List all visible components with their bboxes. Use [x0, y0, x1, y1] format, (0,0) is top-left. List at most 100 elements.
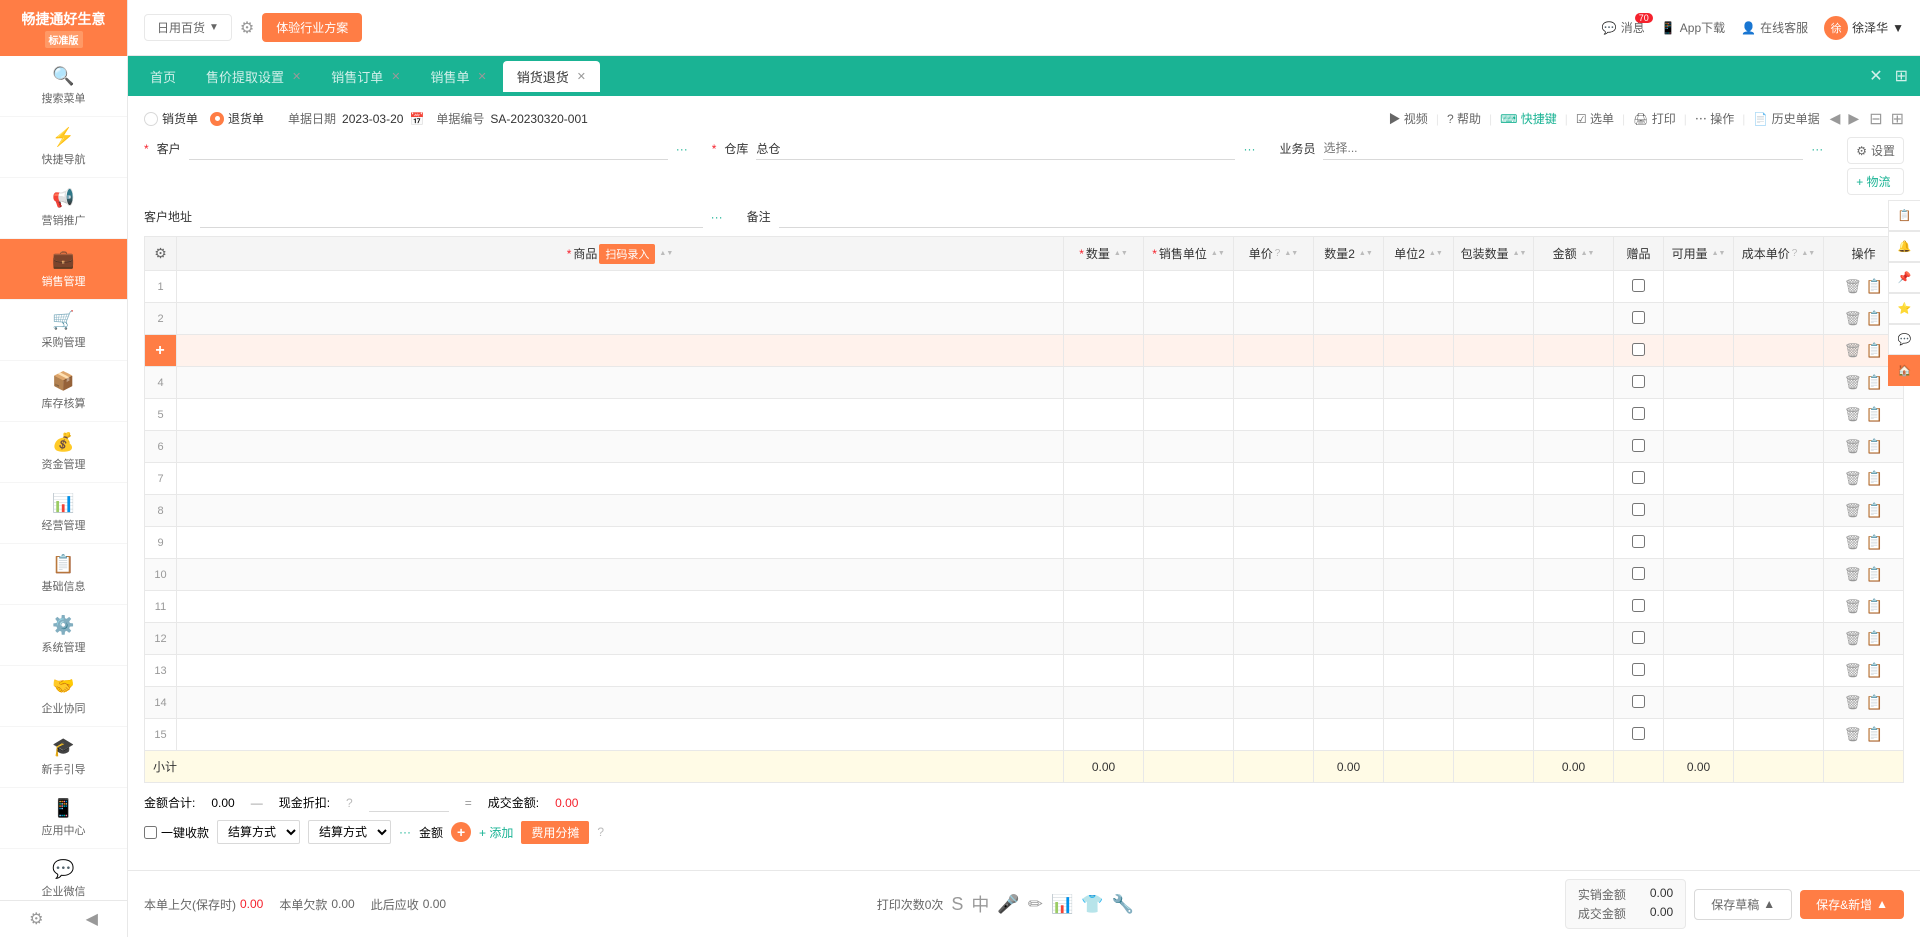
product-cell-2[interactable]	[177, 303, 1064, 335]
payment-method-select[interactable]: 结算方式	[217, 820, 300, 844]
product-cell-7[interactable]	[177, 463, 1064, 495]
unit2-cell-7[interactable]	[1384, 463, 1454, 495]
gift-cell-5[interactable]	[1614, 399, 1664, 431]
unit-price-cell-11[interactable]	[1234, 591, 1314, 623]
copy-row-7-icon[interactable]: 📋	[1866, 470, 1883, 487]
pack-qty-cell-12[interactable]	[1454, 623, 1534, 655]
gift-cell-13[interactable]	[1614, 655, 1664, 687]
available-cell-2[interactable]	[1664, 303, 1734, 335]
qty2-cell-12[interactable]	[1314, 623, 1384, 655]
copy-row-9-icon[interactable]: 📋	[1866, 534, 1883, 551]
gift-cell-15[interactable]	[1614, 719, 1664, 751]
unit2-cell-13[interactable]	[1384, 655, 1454, 687]
gift-checkbox-9[interactable]	[1632, 535, 1645, 548]
product-cell-5[interactable]	[177, 399, 1064, 431]
amount-cell-5[interactable]	[1534, 399, 1614, 431]
qty2-cell-3[interactable]	[1314, 335, 1384, 367]
unit-price-cell-15[interactable]	[1234, 719, 1314, 751]
available-cell-11[interactable]	[1664, 591, 1734, 623]
sale-unit-cell-10[interactable]	[1144, 559, 1234, 591]
sale-unit-cell-9[interactable]	[1144, 527, 1234, 559]
qty-cell-13[interactable]	[1064, 655, 1144, 687]
unit-price-cell-13[interactable]	[1234, 655, 1314, 687]
available-cell-9[interactable]	[1664, 527, 1734, 559]
warehouse-lookup-icon[interactable]: ···	[1243, 142, 1255, 156]
delete-row-9-icon[interactable]: 🗑	[1844, 534, 1862, 551]
return-doc-radio[interactable]: 退货单	[210, 110, 264, 127]
delete-row-12-icon[interactable]: 🗑	[1844, 630, 1862, 647]
qty2-cell-5[interactable]	[1314, 399, 1384, 431]
sale-unit-cell-3[interactable]	[1144, 335, 1234, 367]
cost-unit-cell-12[interactable]	[1734, 623, 1824, 655]
table-settings-icon[interactable]: ⚙	[152, 243, 169, 264]
cost-unit-help-icon[interactable]: ?	[1792, 248, 1798, 259]
shortcut-btn[interactable]: ⌨ 快捷键	[1500, 110, 1557, 127]
amount-cell-14[interactable]	[1534, 687, 1614, 719]
qty2-sort-icon[interactable]: ▲▼	[1359, 250, 1373, 257]
amount-cell-11[interactable]	[1534, 591, 1614, 623]
gift-checkbox-13[interactable]	[1632, 663, 1645, 676]
app-download-button[interactable]: 📱 App下载	[1661, 19, 1725, 36]
add-row-button[interactable]: +	[149, 340, 171, 362]
qty-cell-5[interactable]	[1064, 399, 1144, 431]
unit-price-cell-5[interactable]	[1234, 399, 1314, 431]
available-cell-5[interactable]	[1664, 399, 1734, 431]
gift-checkbox-10[interactable]	[1632, 567, 1645, 580]
qty-cell-3[interactable]	[1064, 335, 1144, 367]
unit-price-cell-14[interactable]	[1234, 687, 1314, 719]
qty2-cell-2[interactable]	[1314, 303, 1384, 335]
unit-price-cell-9[interactable]	[1234, 527, 1314, 559]
qty-cell-10[interactable]	[1064, 559, 1144, 591]
sale-unit-cell-12[interactable]	[1144, 623, 1234, 655]
copy-row-5-icon[interactable]: 📋	[1866, 406, 1883, 423]
sale-unit-cell-6[interactable]	[1144, 431, 1234, 463]
pack-qty-cell-2[interactable]	[1454, 303, 1534, 335]
delete-row-6-icon[interactable]: 🗑	[1844, 438, 1862, 455]
tab-maximize-icon[interactable]: ⊞	[1891, 62, 1912, 90]
sidebar-item-guide[interactable]: 🎓 新手引导	[0, 727, 127, 788]
copy-row-1-icon[interactable]: 📋	[1866, 278, 1883, 295]
available-cell-1[interactable]	[1664, 271, 1734, 303]
one-key-payment-checkbox[interactable]: 一键收款	[144, 824, 209, 841]
pack-qty-cell-5[interactable]	[1454, 399, 1534, 431]
amount-cell-8[interactable]	[1534, 495, 1614, 527]
gift-checkbox-6[interactable]	[1632, 439, 1645, 452]
delete-row-8-icon[interactable]: 🗑	[1844, 502, 1862, 519]
delete-row-5-icon[interactable]: 🗑	[1844, 406, 1862, 423]
cash-discount-help-icon[interactable]: ?	[346, 796, 353, 810]
sale-doc-radio[interactable]: 销货单	[144, 110, 198, 127]
gift-cell-3[interactable]	[1614, 335, 1664, 367]
copy-row-14-icon[interactable]: 📋	[1866, 694, 1883, 711]
scan-input-button[interactable]: 扫码录入	[599, 244, 655, 264]
delete-row-4-icon[interactable]: 🗑	[1844, 374, 1862, 391]
tab-sale-order[interactable]: 销售订单✕	[317, 61, 414, 92]
unit-price-cell-2[interactable]	[1234, 303, 1314, 335]
fee-help-icon[interactable]: ?	[597, 825, 604, 839]
cost-unit-cell-15[interactable]	[1734, 719, 1824, 751]
qty2-cell-6[interactable]	[1314, 431, 1384, 463]
amount-cell-9[interactable]	[1534, 527, 1614, 559]
gift-cell-2[interactable]	[1614, 303, 1664, 335]
qty-cell-2[interactable]	[1064, 303, 1144, 335]
amount-cell-13[interactable]	[1534, 655, 1614, 687]
product-cell-15[interactable]	[177, 719, 1064, 751]
qty-cell-1[interactable]	[1064, 271, 1144, 303]
sidebar-item-search[interactable]: 🔍 搜索菜单	[0, 56, 127, 117]
customer-lookup-icon[interactable]: ···	[676, 142, 688, 156]
gift-cell-9[interactable]	[1614, 527, 1664, 559]
unit2-sort-icon[interactable]: ▲▼	[1429, 250, 1443, 257]
amount-sort-icon[interactable]: ▲▼	[1581, 250, 1595, 257]
calendar-icon[interactable]: 📅	[409, 112, 424, 126]
save-new-button[interactable]: 保存&新增 ▲	[1800, 890, 1904, 919]
unit2-cell-15[interactable]	[1384, 719, 1454, 751]
cost-unit-cell-10[interactable]	[1734, 559, 1824, 591]
sidebar-settings-icon[interactable]: ⚙	[29, 909, 43, 929]
cost-unit-cell-11[interactable]	[1734, 591, 1824, 623]
col-resize-handle-cost[interactable]	[1815, 245, 1819, 262]
available-cell-13[interactable]	[1664, 655, 1734, 687]
gift-cell-7[interactable]	[1614, 463, 1664, 495]
col-resize-handle-amount[interactable]	[1605, 245, 1609, 262]
tab-close-all-icon[interactable]: ✕	[1865, 62, 1886, 90]
unit-price-cell-10[interactable]	[1234, 559, 1314, 591]
qty2-cell-10[interactable]	[1314, 559, 1384, 591]
